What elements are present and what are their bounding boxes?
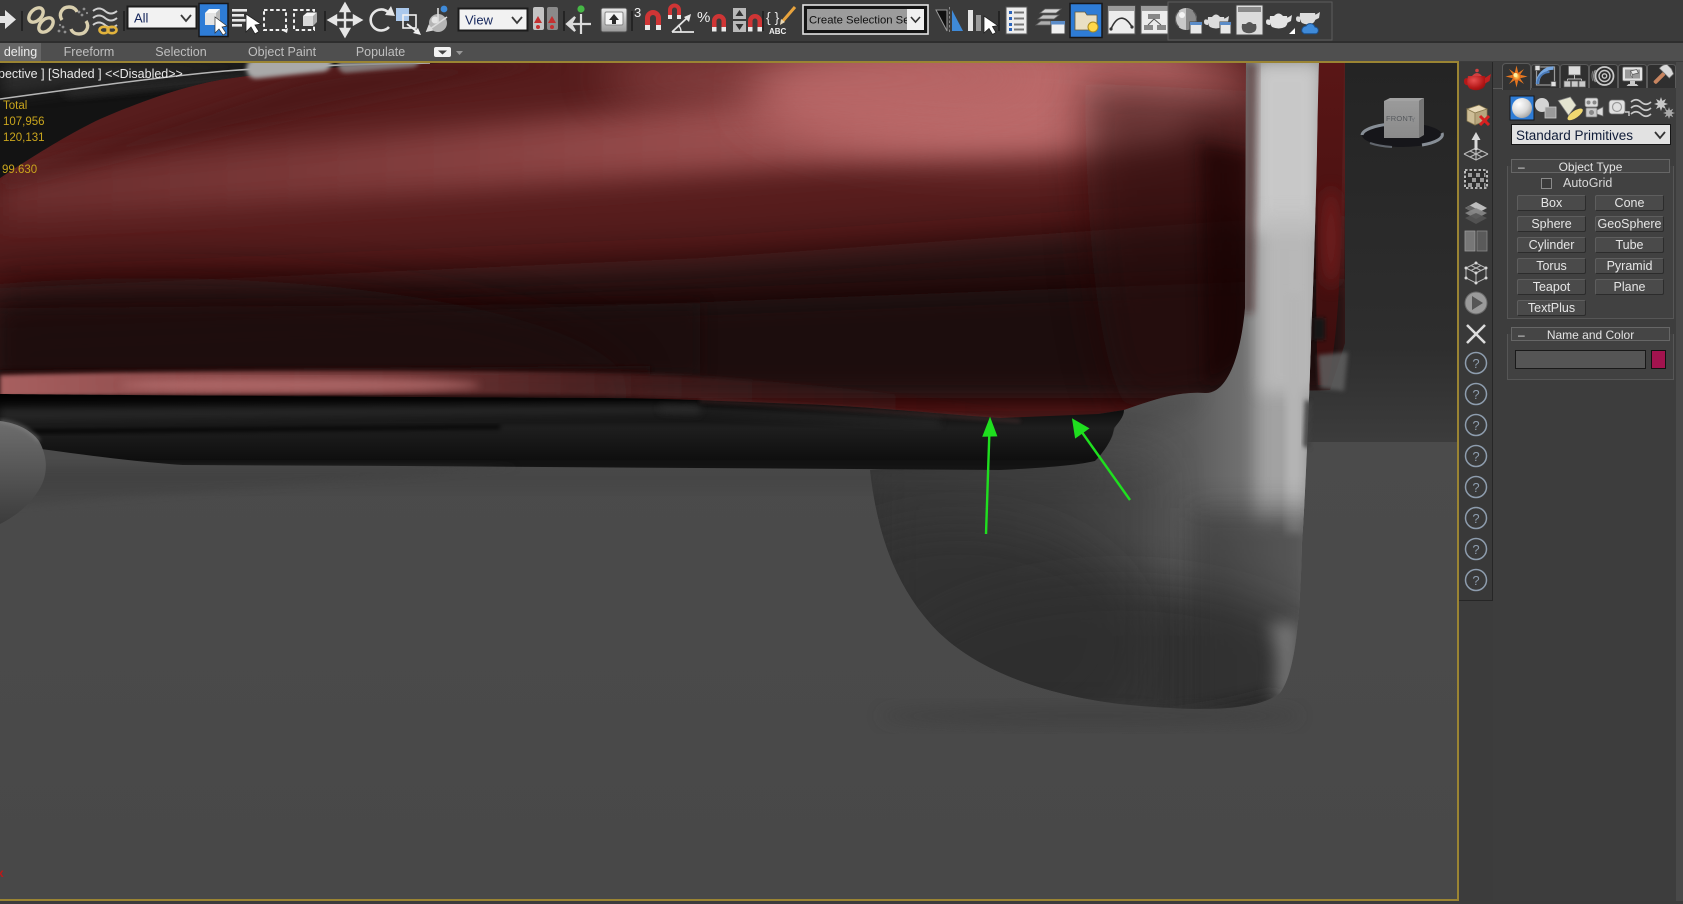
svg-text:?: ?: [1472, 449, 1479, 464]
svg-text:Total: Total: [3, 100, 27, 112]
svg-text:{ }: { }: [766, 9, 780, 25]
svg-text:View: View: [465, 13, 494, 28]
svg-text:?: ?: [1472, 356, 1479, 371]
svg-text:pective ] [Shaded ] <<Disable: pective ] [Shaded ] <<Disabled>>: [0, 67, 183, 81]
svg-text:107,956: 107,956: [3, 116, 45, 128]
svg-text:?: ?: [1472, 511, 1479, 526]
svg-text:x: x: [0, 866, 4, 880]
svg-text:?: ?: [1472, 480, 1479, 495]
svg-text:?: ?: [1472, 418, 1479, 433]
svg-text:?: ?: [1472, 387, 1479, 402]
svg-text:FRONT: FRONT: [1386, 114, 1413, 123]
svg-text:99.630: 99.630: [2, 164, 37, 176]
svg-text:Y: Y: [1411, 117, 1416, 124]
svg-text:Create Selection Se: Create Selection Se: [809, 15, 909, 27]
svg-text:120,131: 120,131: [3, 132, 45, 144]
svg-text:All: All: [134, 11, 149, 26]
svg-text:%: %: [697, 9, 710, 26]
svg-text:?: ?: [1472, 573, 1479, 588]
svg-text:?: ?: [1472, 542, 1479, 557]
svg-text:3: 3: [634, 5, 641, 20]
svg-text:ABC: ABC: [769, 27, 787, 36]
